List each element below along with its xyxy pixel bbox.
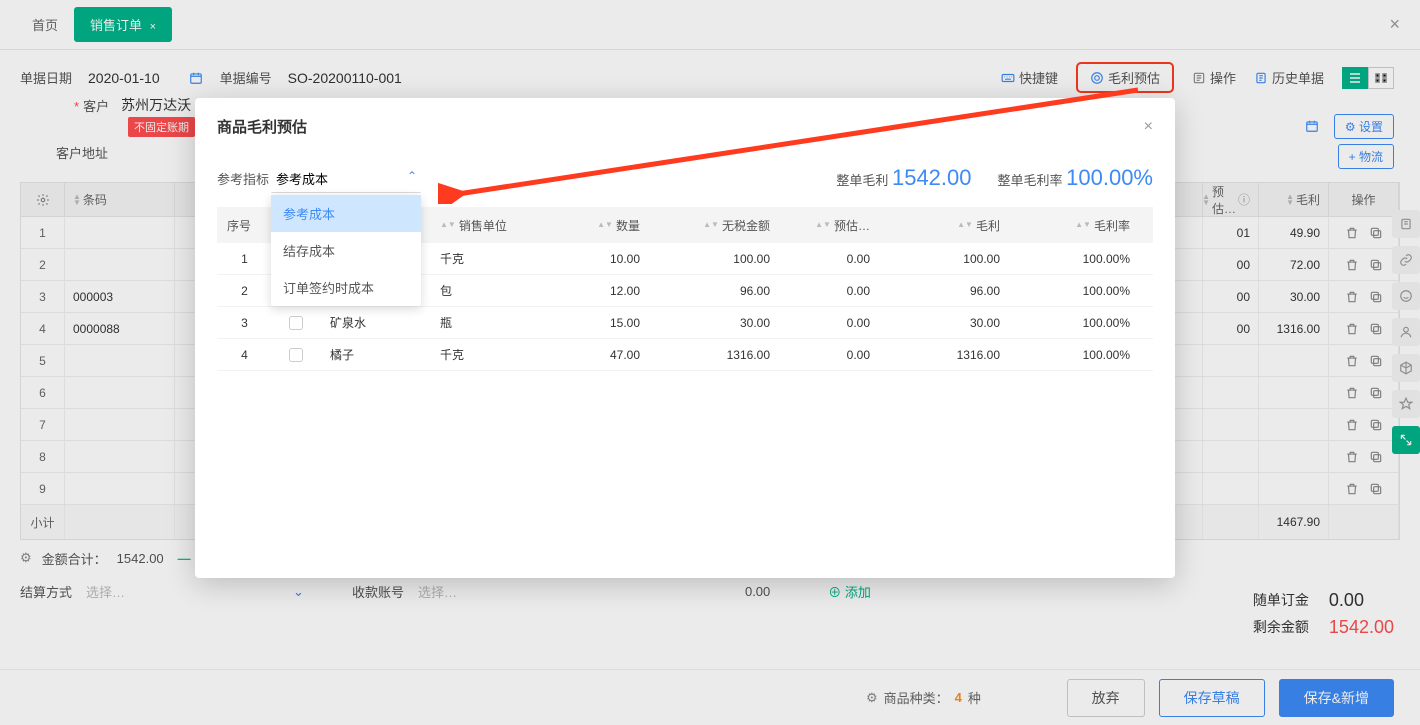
cell-seq: 2 [217, 284, 272, 298]
cell-forecast: 0.00 [780, 348, 880, 362]
col-ex-tax[interactable]: ▲▼无税金额 [650, 217, 780, 234]
col-rate[interactable]: ▲▼毛利率 [1010, 217, 1140, 234]
cell-qty: 12.00 [550, 284, 650, 298]
cell-profit: 1316.00 [880, 348, 1010, 362]
modal-close-icon[interactable]: × [1144, 118, 1153, 136]
total-profit-label: 整单毛利 [836, 173, 888, 188]
dropdown-option[interactable]: 结存成本 [271, 232, 421, 269]
cell-seq: 4 [217, 348, 272, 362]
cell-amount: 1316.00 [650, 348, 780, 362]
metric-dropdown: 参考成本 结存成本 订单签约时成本 [271, 195, 421, 306]
dropdown-option[interactable]: 订单签约时成本 [271, 269, 421, 306]
cell-forecast: 0.00 [780, 316, 880, 330]
cell-unit: 千克 [430, 250, 550, 267]
total-rate-value: 100.00% [1066, 165, 1153, 190]
cell-amount: 30.00 [650, 316, 780, 330]
checkbox[interactable] [289, 316, 303, 330]
modal-filter-row: 参考指标 ⌃ 参考成本 结存成本 订单签约时成本 整单毛利 1542.00 整单… [195, 155, 1175, 207]
cell-rate: 100.00% [1010, 316, 1140, 330]
cell-qty: 47.00 [550, 348, 650, 362]
cell-profit: 30.00 [880, 316, 1010, 330]
cell-check [272, 316, 320, 330]
cell-rate: 100.00% [1010, 284, 1140, 298]
cell-seq: 3 [217, 316, 272, 330]
total-profit-value: 1542.00 [892, 165, 972, 190]
cell-forecast: 0.00 [780, 252, 880, 266]
cell-qty: 15.00 [550, 316, 650, 330]
table-row[interactable]: 4橘子千克47.001316.000.001316.00100.00% [217, 339, 1153, 371]
total-rate-label: 整单毛利率 [998, 173, 1063, 188]
col-forecast[interactable]: ▲▼预估… [780, 217, 880, 234]
gross-profit-modal: 商品毛利预估 × 参考指标 ⌃ 参考成本 结存成本 订单签约时成本 整单毛利 1… [195, 98, 1175, 578]
cell-amount: 100.00 [650, 252, 780, 266]
col-unit[interactable]: ▲▼销售单位 [430, 217, 550, 234]
checkbox[interactable] [289, 348, 303, 362]
cell-qty: 10.00 [550, 252, 650, 266]
cell-unit: 千克 [430, 346, 550, 363]
modal-title: 商品毛利预估 [217, 116, 307, 137]
cell-profit: 100.00 [880, 252, 1010, 266]
metric-select[interactable]: ⌃ 参考成本 结存成本 订单签约时成本 [271, 163, 421, 193]
modal-header: 商品毛利预估 × [195, 98, 1175, 155]
table-row[interactable]: 3矿泉水瓶15.0030.000.0030.00100.00% [217, 307, 1153, 339]
cell-name: 矿泉水 [320, 314, 430, 331]
metric-label: 参考指标 [217, 169, 269, 188]
col-profit[interactable]: ▲▼毛利 [880, 217, 1010, 234]
filter-totals: 整单毛利 1542.00 整单毛利率 100.00% [836, 165, 1153, 191]
cell-rate: 100.00% [1010, 252, 1140, 266]
cell-unit: 包 [430, 282, 550, 299]
cell-forecast: 0.00 [780, 284, 880, 298]
chevron-up-icon[interactable]: ⌃ [407, 169, 417, 183]
cell-check [272, 348, 320, 362]
cell-profit: 96.00 [880, 284, 1010, 298]
cell-name: 橘子 [320, 346, 430, 363]
cell-seq: 1 [217, 252, 272, 266]
cell-unit: 瓶 [430, 314, 550, 331]
col-qty[interactable]: ▲▼数量 [550, 217, 650, 234]
dropdown-option[interactable]: 参考成本 [271, 195, 421, 232]
cell-rate: 100.00% [1010, 348, 1140, 362]
metric-input[interactable] [271, 163, 421, 193]
cell-amount: 96.00 [650, 284, 780, 298]
col-seq[interactable]: 序号 [217, 217, 272, 234]
